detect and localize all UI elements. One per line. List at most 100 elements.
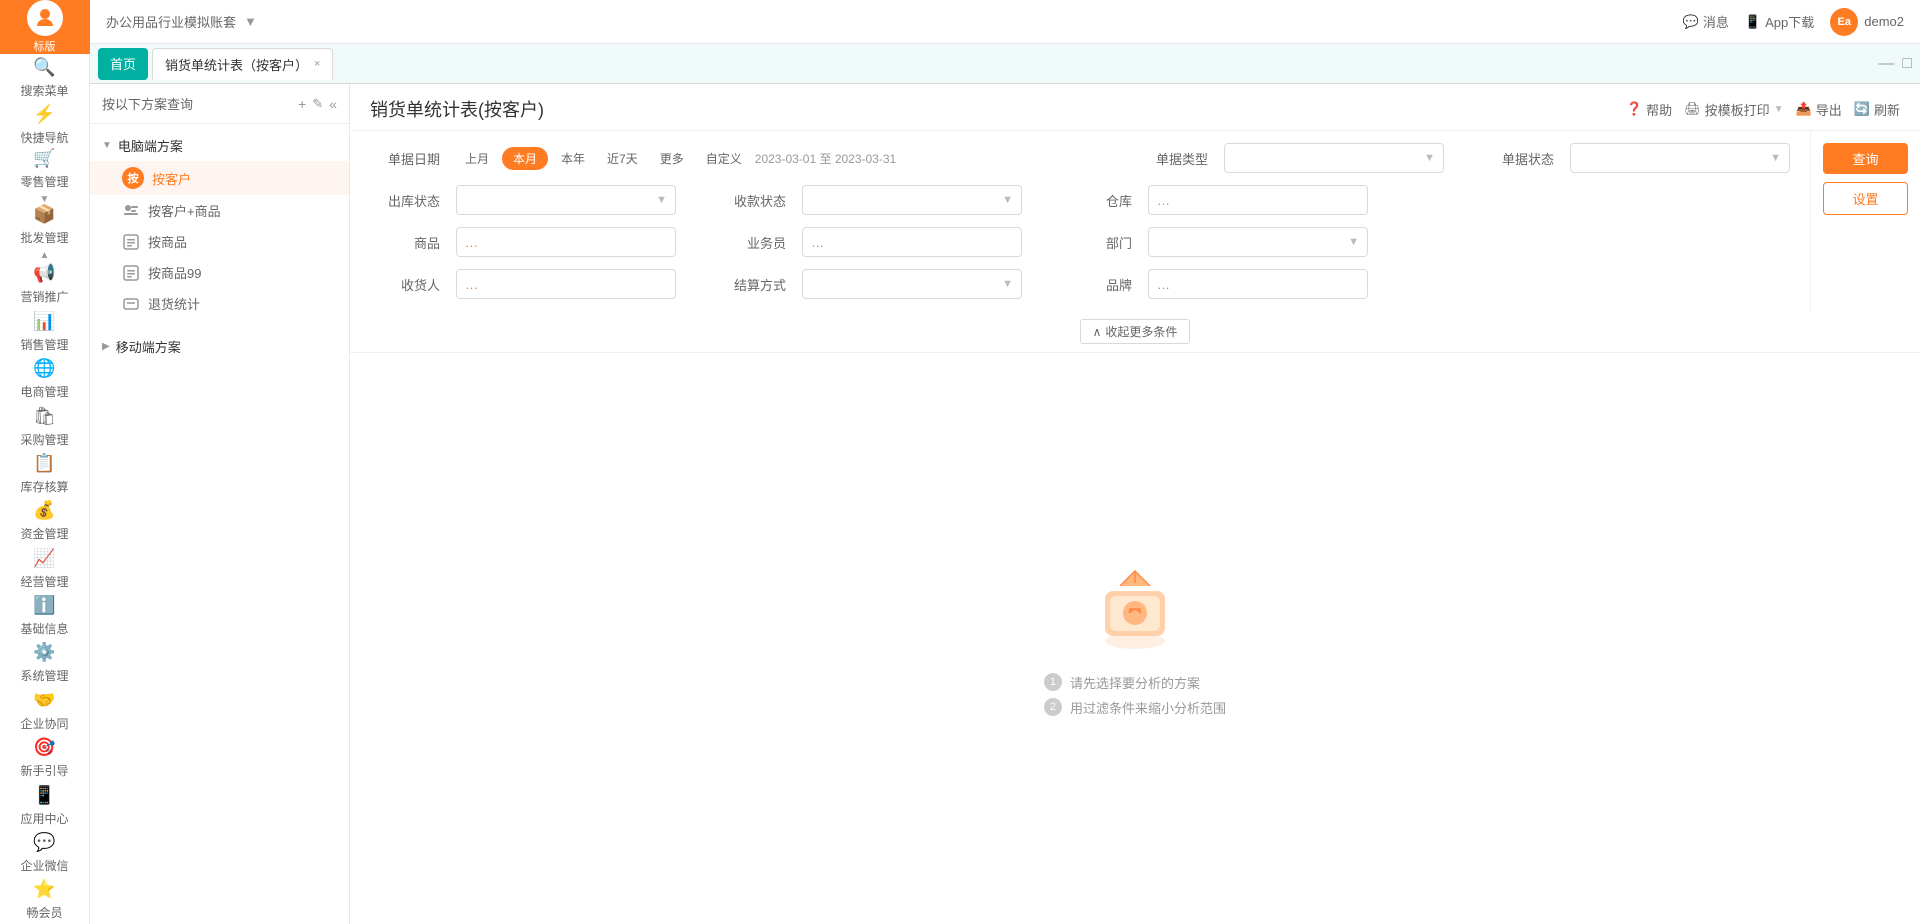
print-button[interactable]: 🖨 按模板打印 ▼ (1684, 100, 1783, 119)
sidebar-item-search[interactable]: 🔍 搜索菜单 (0, 54, 90, 101)
search-icon: 🔍 (33, 57, 55, 78)
date-btn-custom[interactable]: 自定义 (697, 146, 751, 171)
sidebar-item-wechat[interactable]: 💬 企业微信 (0, 829, 90, 876)
plan-goods-label: 按商品 (148, 232, 187, 251)
download-icon: 📱 (1745, 14, 1761, 30)
plan-return-label: 退货统计 (148, 294, 200, 313)
sidebar-item-member[interactable]: ⭐ 畅会员 (0, 877, 90, 924)
refresh-button[interactable]: 🔄 刷新 (1854, 100, 1900, 119)
payment-chevron: ▼ (1002, 194, 1013, 206)
main-area: 办公用品行业模拟账套 ▼ 💬 消息 📱 App下载 Ea demo2 首页 (90, 0, 1920, 924)
date-btn-this-year[interactable]: 本年 (552, 146, 594, 171)
sidebar-label-newbie: 新手引导 (20, 762, 68, 779)
operation-icon: 📈 (33, 548, 55, 569)
collapse-panel-icon[interactable]: « (329, 96, 337, 112)
date-btn-this-month[interactable]: 本月 (502, 147, 548, 170)
message-icon: 💬 (1683, 14, 1699, 30)
department-select[interactable]: ▼ (1148, 227, 1368, 257)
edit-plan-icon[interactable]: ✎ (312, 96, 323, 112)
collapse-up-icon: ∧ (1093, 325, 1102, 339)
help-button[interactable]: ❓ 帮助 (1626, 100, 1672, 119)
doc-type-select[interactable]: ▼ (1224, 143, 1444, 173)
tab-close-icon[interactable]: × (314, 58, 320, 70)
tab-sales-stats[interactable]: 销货单统计表（按客户） × (152, 48, 333, 80)
plan-item-return[interactable]: 退货统计 (90, 288, 349, 319)
sidebar-item-ecommerce[interactable]: 🌐 电商管理 (0, 356, 90, 403)
empty-illustration (1085, 561, 1185, 661)
message-label: 消息 (1703, 12, 1729, 31)
salesperson-label: 业务员 (716, 233, 786, 252)
top-selector-chevron[interactable]: ▼ (244, 14, 257, 29)
plan-item-by-goods[interactable]: 按商品 (90, 226, 349, 257)
sidebar-item-inventory[interactable]: 📋 库存核算 (0, 450, 90, 497)
wholesale-arrow: ▲ (40, 250, 50, 261)
sidebar-label-wechat: 企业微信 (20, 857, 68, 874)
department-chevron: ▼ (1348, 236, 1359, 248)
delivery-label: 出库状态 (370, 191, 440, 210)
add-plan-icon[interactable]: + (298, 96, 306, 112)
sidebar-item-basic[interactable]: ℹ️ 基础信息 (0, 592, 90, 639)
delivery-select[interactable]: ▼ (456, 185, 676, 215)
recipient-select[interactable]: … (456, 269, 676, 299)
plan-item-goods99[interactable]: 按商品99 (90, 257, 349, 288)
plan-group-mobile-header[interactable]: ▶ 移动端方案 (90, 331, 349, 362)
date-btn-last-month[interactable]: 上月 (456, 146, 498, 171)
pc-group-label: 电脑端方案 (118, 136, 183, 155)
warehouse-label: 仓库 (1062, 191, 1132, 210)
payment-select[interactable]: ▼ (802, 185, 1022, 215)
sidebar-label-enterprise: 企业协同 (20, 715, 68, 732)
salesperson-select[interactable]: … (802, 227, 1022, 257)
plan-item-customer-goods[interactable]: 按客户+商品 (90, 195, 349, 226)
ecommerce-icon: 🌐 (33, 358, 55, 379)
date-btn-7days[interactable]: 近7天 (598, 146, 647, 171)
filter-side-buttons: 查询 设置 (1810, 131, 1920, 311)
warehouse-select[interactable]: … (1148, 185, 1368, 215)
date-btn-more[interactable]: 更多 (651, 146, 693, 171)
avatar: Ea (1830, 8, 1858, 36)
sidebar-item-system[interactable]: ⚙️ 系统管理 (0, 640, 90, 687)
sidebar-item-enterprise[interactable]: 🤝 企业协同 (0, 687, 90, 734)
sidebar-item-finance[interactable]: 💰 资金管理 (0, 498, 90, 545)
print-chevron[interactable]: ▼ (1774, 104, 1784, 115)
collapse-button[interactable]: ∧ 收起更多条件 (1080, 319, 1191, 344)
empty-hint-1: 1 请先选择要分析的方案 (1044, 673, 1226, 692)
plan-item-by-customer[interactable]: 按 按客户 (90, 161, 349, 195)
tab-maximize-icon[interactable]: □ (1902, 55, 1912, 73)
content-area: 按以下方案查询 + ✎ « ▼ 电脑端方案 按 按客户 (90, 84, 1920, 924)
plan-group-pc-header[interactable]: ▼ 电脑端方案 (90, 130, 349, 161)
app-download-button[interactable]: 📱 App下载 (1745, 12, 1814, 31)
empty-state: 1 请先选择要分析的方案 2 用过滤条件来缩小分析范围 (350, 353, 1920, 924)
tab-minimize-icon[interactable]: — (1878, 55, 1894, 73)
empty-hints: 1 请先选择要分析的方案 2 用过滤条件来缩小分析范围 (1044, 673, 1226, 717)
export-icon: 📤 (1796, 101, 1812, 117)
sidebar-label-finance: 资金管理 (20, 525, 68, 542)
sidebar-item-shortcut[interactable]: ⚡ 快捷导航 (0, 101, 90, 148)
sidebar-label-inventory: 库存核算 (20, 478, 68, 495)
sidebar-item-sales[interactable]: 📊 销售管理 (0, 308, 90, 355)
system-icon: ⚙️ (33, 642, 55, 663)
sidebar-item-wholesale[interactable]: 📦 批发管理 ▲ (0, 205, 90, 261)
date-filter-label: 单据日期 (370, 149, 440, 168)
export-button[interactable]: 📤 导出 (1796, 100, 1842, 119)
brand-select[interactable]: … (1148, 269, 1368, 299)
sidebar-item-marketing[interactable]: 📢 营销推广 (0, 261, 90, 308)
sidebar-item-newbie[interactable]: 🎯 新手引导 (0, 735, 90, 782)
doc-status-select[interactable]: ▼ (1570, 143, 1790, 173)
user-profile-button[interactable]: Ea demo2 (1830, 8, 1904, 36)
message-button[interactable]: 💬 消息 (1683, 12, 1729, 31)
sidebar-item-apps[interactable]: 📱 应用中心 (0, 782, 90, 829)
tab-home[interactable]: 首页 (98, 48, 148, 80)
sidebar-item-retail[interactable]: 🛒 零售管理 ▼ (0, 149, 90, 205)
hint-num-1: 1 (1044, 673, 1062, 691)
sidebar-item-purchase[interactable]: 🛍 采购管理 (0, 403, 90, 450)
settlement-select[interactable]: ▼ (802, 269, 1022, 299)
newbie-icon: 🎯 (33, 737, 55, 758)
sidebar: 标版 🔍 搜索菜单 ⚡ 快捷导航 🛒 零售管理 ▼ 📦 批发管理 ▲ 📢 营销推… (0, 0, 90, 924)
sidebar-item-operation[interactable]: 📈 经营管理 (0, 545, 90, 592)
basic-icon: ℹ️ (33, 595, 55, 616)
settings-button[interactable]: 设置 (1823, 182, 1908, 215)
sidebar-label-wholesale: 批发管理 (20, 229, 68, 246)
goods-select[interactable]: … (456, 227, 676, 257)
tab-home-label: 首页 (110, 54, 136, 73)
query-button[interactable]: 查询 (1823, 143, 1908, 174)
